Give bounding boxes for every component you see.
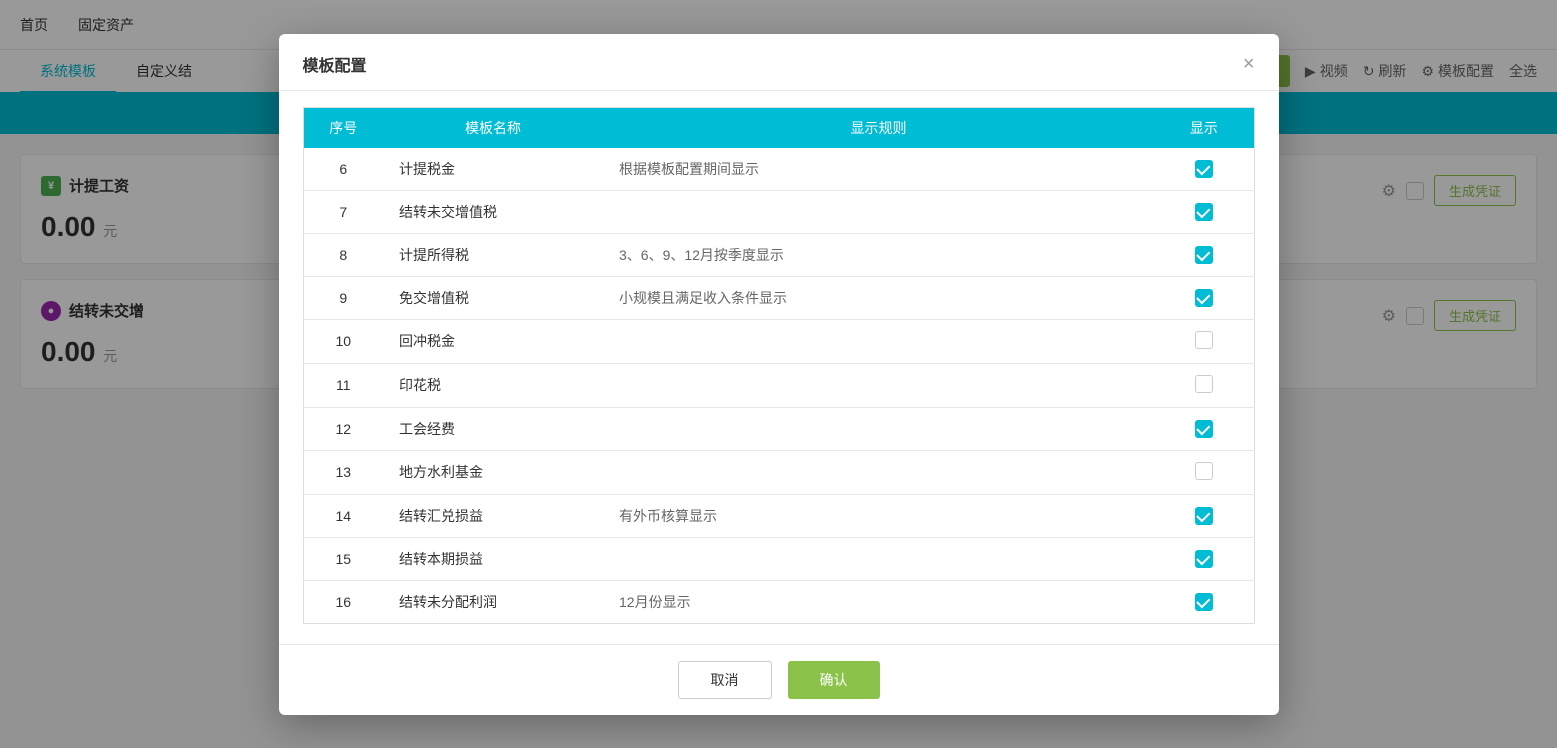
cell-check-8 <box>1154 494 1254 537</box>
cell-seq-10: 16 <box>303 580 383 623</box>
cell-name-6: 工会经费 <box>383 407 603 450</box>
cell-check-0 <box>1154 148 1254 191</box>
cell-check-1 <box>1154 190 1254 233</box>
table-row: 9免交增值税小规模且满足收入条件显示 <box>303 276 1254 319</box>
checkbox-checked-8[interactable] <box>1195 507 1213 525</box>
cell-rule-8: 有外币核算显示 <box>603 494 1154 537</box>
cell-check-3 <box>1154 276 1254 319</box>
cell-check-4 <box>1154 319 1254 363</box>
modal-template-config: 模板配置 × 序号 模板名称 显示规则 显示 6 <box>279 34 1279 715</box>
cell-rule-1 <box>603 190 1154 233</box>
cell-check-10 <box>1154 580 1254 623</box>
modal-overlay: 模板配置 × 序号 模板名称 显示规则 显示 6 <box>0 0 1557 748</box>
cell-name-3: 免交增值税 <box>383 276 603 319</box>
cell-name-8: 结转汇兑损益 <box>383 494 603 537</box>
table-row: 16结转未分配利润12月份显示 <box>303 580 1254 623</box>
cell-name-0: 计提税金 <box>383 148 603 191</box>
cell-name-5: 印花税 <box>383 363 603 407</box>
cell-seq-0: 6 <box>303 148 383 191</box>
cell-check-9 <box>1154 537 1254 580</box>
cell-seq-6: 12 <box>303 407 383 450</box>
table-body: 6计提税金根据模板配置期间显示7结转未交增值税8计提所得税3、6、9、12月按季… <box>303 148 1254 624</box>
checkbox-checked-0[interactable] <box>1195 160 1213 178</box>
cell-rule-10: 12月份显示 <box>603 580 1154 623</box>
table-row: 11印花税 <box>303 363 1254 407</box>
cell-rule-6 <box>603 407 1154 450</box>
table-row: 13地方水利基金 <box>303 450 1254 494</box>
checkbox-checked-10[interactable] <box>1195 593 1213 611</box>
cell-seq-7: 13 <box>303 450 383 494</box>
checkbox-checked-1[interactable] <box>1195 203 1213 221</box>
modal-title: 模板配置 <box>303 52 367 76</box>
cell-seq-3: 9 <box>303 276 383 319</box>
table-row: 12工会经费 <box>303 407 1254 450</box>
cell-rule-2: 3、6、9、12月按季度显示 <box>603 233 1154 276</box>
col-header-seq: 序号 <box>303 107 383 148</box>
cell-name-2: 计提所得税 <box>383 233 603 276</box>
table-row: 10回冲税金 <box>303 319 1254 363</box>
table-row: 14结转汇兑损益有外币核算显示 <box>303 494 1254 537</box>
cell-rule-4 <box>603 319 1154 363</box>
cell-seq-5: 11 <box>303 363 383 407</box>
cell-rule-7 <box>603 450 1154 494</box>
cell-name-9: 结转本期损益 <box>383 537 603 580</box>
table-header: 序号 模板名称 显示规则 显示 <box>303 107 1254 148</box>
confirm-button[interactable]: 确认 <box>788 661 880 699</box>
config-table: 序号 模板名称 显示规则 显示 6计提税金根据模板配置期间显示7结转未交增值税8… <box>303 107 1255 624</box>
modal-header: 模板配置 × <box>279 34 1279 91</box>
table-row: 8计提所得税3、6、9、12月按季度显示 <box>303 233 1254 276</box>
cell-name-7: 地方水利基金 <box>383 450 603 494</box>
table-row: 15结转本期损益 <box>303 537 1254 580</box>
modal-body: 序号 模板名称 显示规则 显示 6计提税金根据模板配置期间显示7结转未交增值税8… <box>279 91 1279 644</box>
cell-rule-0: 根据模板配置期间显示 <box>603 148 1154 191</box>
cell-rule-9 <box>603 537 1154 580</box>
table-row: 7结转未交增值税 <box>303 190 1254 233</box>
cell-name-1: 结转未交增值税 <box>383 190 603 233</box>
cell-name-10: 结转未分配利润 <box>383 580 603 623</box>
modal-footer: 取消 确认 <box>279 644 1279 715</box>
cancel-button[interactable]: 取消 <box>678 661 772 699</box>
cell-seq-2: 8 <box>303 233 383 276</box>
cell-rule-3: 小规模且满足收入条件显示 <box>603 276 1154 319</box>
cell-check-5 <box>1154 363 1254 407</box>
checkbox-checked-3[interactable] <box>1195 289 1213 307</box>
checkbox-unchecked-4[interactable] <box>1195 331 1213 349</box>
table-row: 6计提税金根据模板配置期间显示 <box>303 148 1254 191</box>
cell-check-6 <box>1154 407 1254 450</box>
modal-close-button[interactable]: × <box>1243 54 1255 74</box>
table-scroll-wrapper[interactable]: 序号 模板名称 显示规则 显示 6计提税金根据模板配置期间显示7结转未交增值税8… <box>303 107 1255 624</box>
cell-check-7 <box>1154 450 1254 494</box>
cell-seq-4: 10 <box>303 319 383 363</box>
checkbox-unchecked-7[interactable] <box>1195 462 1213 480</box>
checkbox-unchecked-5[interactable] <box>1195 375 1213 393</box>
cell-seq-8: 14 <box>303 494 383 537</box>
checkbox-checked-2[interactable] <box>1195 246 1213 264</box>
cell-check-2 <box>1154 233 1254 276</box>
cell-rule-5 <box>603 363 1154 407</box>
checkbox-checked-9[interactable] <box>1195 550 1213 568</box>
checkbox-checked-6[interactable] <box>1195 420 1213 438</box>
col-header-rule: 显示规则 <box>603 107 1154 148</box>
cell-seq-1: 7 <box>303 190 383 233</box>
col-header-display: 显示 <box>1154 107 1254 148</box>
cell-seq-9: 15 <box>303 537 383 580</box>
cell-name-4: 回冲税金 <box>383 319 603 363</box>
col-header-name: 模板名称 <box>383 107 603 148</box>
